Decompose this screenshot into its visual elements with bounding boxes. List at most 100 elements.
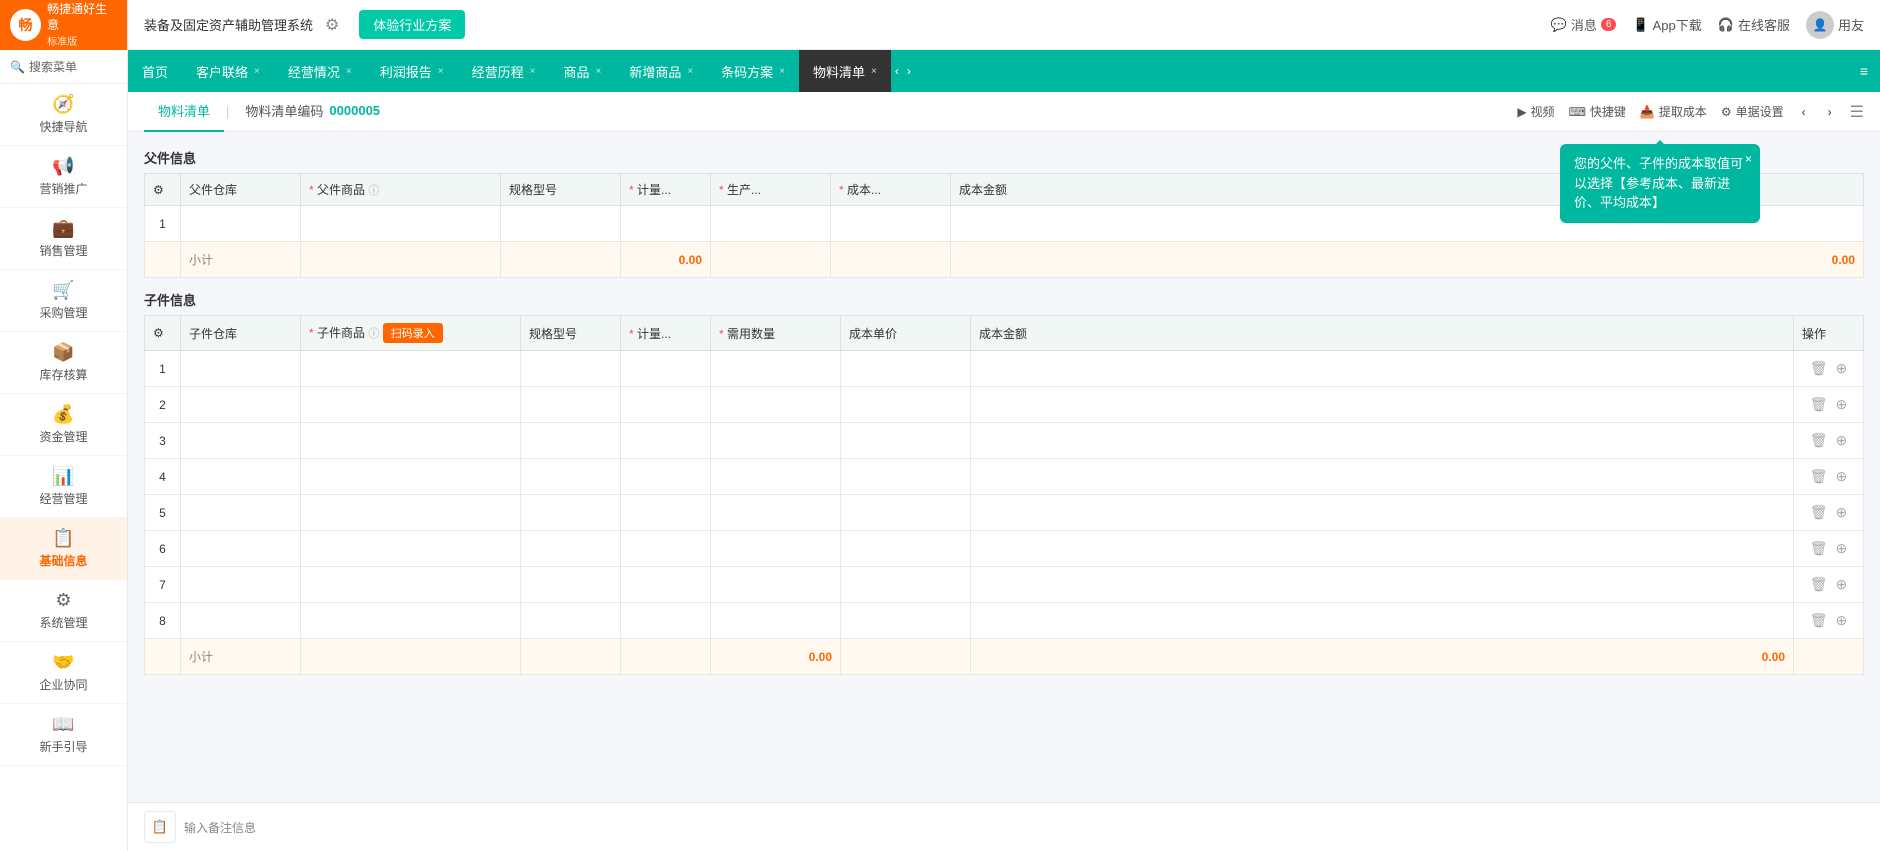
copy-icon-7[interactable]: ⊕ <box>1836 576 1848 593</box>
child-row-1-unit-cost[interactable] <box>841 351 971 387</box>
nav-close-all[interactable]: ≡ <box>1848 63 1880 79</box>
sidebar-item-collab[interactable]: 🤝 企业协同 <box>0 642 127 704</box>
tab-operations-history-close[interactable]: × <box>530 66 536 77</box>
child-row-7-product[interactable] <box>301 567 521 603</box>
sub-tab-bom-list[interactable]: 物料清单 <box>144 92 224 132</box>
child-row-5-product[interactable] <box>301 495 521 531</box>
child-row-7-unit-cost[interactable] <box>841 567 971 603</box>
child-row-3-cost-amount[interactable] <box>971 423 1794 459</box>
sidebar-item-marketing[interactable]: 📢 营销推广 <box>0 146 127 208</box>
child-row-6-product[interactable] <box>301 531 521 567</box>
tab-customer[interactable]: 客户联络 × <box>182 50 274 92</box>
child-row-6-spec[interactable] <box>521 531 621 567</box>
copy-icon-6[interactable]: ⊕ <box>1836 540 1848 557</box>
parent-row-1-production[interactable] <box>711 206 831 242</box>
child-row-8-spec[interactable] <box>521 603 621 639</box>
child-row-1-spec[interactable] <box>521 351 621 387</box>
child-row-2-spec[interactable] <box>521 387 621 423</box>
parent-row-1-cost[interactable] <box>831 206 951 242</box>
nav-next-arrow[interactable]: › <box>903 64 915 78</box>
delete-icon-4[interactable]: 🗑 <box>1810 468 1828 485</box>
child-row-1-unit[interactable] <box>621 351 711 387</box>
tab-new-product[interactable]: 新增商品 × <box>615 50 707 92</box>
child-row-6-cost-amount[interactable] <box>971 531 1794 567</box>
delete-icon-6[interactable]: 🗑 <box>1810 540 1828 557</box>
single-settings-item[interactable]: ⚙ 单据设置 <box>1721 103 1784 120</box>
child-row-2-unit[interactable] <box>621 387 711 423</box>
parent-row-1-unit[interactable] <box>621 206 711 242</box>
tab-bom-close[interactable]: × <box>871 66 877 77</box>
child-row-2-unit-cost[interactable] <box>841 387 971 423</box>
parent-th-gear[interactable]: ⚙ <box>145 174 181 206</box>
sidebar-item-inventory[interactable]: 📦 库存核算 <box>0 332 127 394</box>
child-row-3-unit[interactable] <box>621 423 711 459</box>
nav-prev-arrow[interactable]: ‹ <box>891 64 903 78</box>
child-row-1-quantity[interactable] <box>711 351 841 387</box>
child-row-7-quantity[interactable] <box>711 567 841 603</box>
child-row-8-unit-cost[interactable] <box>841 603 971 639</box>
sub-header-nav-next[interactable]: › <box>1824 105 1836 119</box>
child-row-5-warehouse[interactable] <box>181 495 301 531</box>
child-row-7-warehouse[interactable] <box>181 567 301 603</box>
parent-row-1-warehouse[interactable] <box>181 206 301 242</box>
child-row-8-quantity[interactable] <box>711 603 841 639</box>
tab-new-product-close[interactable]: × <box>687 66 693 77</box>
tab-customer-close[interactable]: × <box>254 66 260 77</box>
child-row-5-unit-cost[interactable] <box>841 495 971 531</box>
child-row-3-unit-cost[interactable] <box>841 423 971 459</box>
parent-row-1-spec[interactable] <box>501 206 621 242</box>
child-row-6-unit-cost[interactable] <box>841 531 971 567</box>
tooltip-close-btn[interactable]: × <box>1745 150 1752 168</box>
sidebar-item-basic-info[interactable]: 📋 基础信息 <box>0 518 127 580</box>
child-row-6-warehouse[interactable] <box>181 531 301 567</box>
copy-icon-3[interactable]: ⊕ <box>1836 432 1848 449</box>
child-row-8-cost-amount[interactable] <box>971 603 1794 639</box>
tab-operations-status[interactable]: 经营情况 × <box>274 50 366 92</box>
user-item[interactable]: 👤 用友 <box>1806 11 1864 39</box>
topbar-gear-icon[interactable]: ⚙ <box>325 15 339 35</box>
copy-icon-4[interactable]: ⊕ <box>1836 468 1848 485</box>
app-download-item[interactable]: 📱 App下载 <box>1632 15 1701 34</box>
delete-icon-3[interactable]: 🗑 <box>1810 432 1828 449</box>
copy-icon-2[interactable]: ⊕ <box>1836 396 1848 413</box>
delete-icon-7[interactable]: 🗑 <box>1810 576 1828 593</box>
child-row-1-warehouse[interactable] <box>181 351 301 387</box>
delete-icon-1[interactable]: 🗑 <box>1810 360 1828 377</box>
trial-button[interactable]: 体验行业方案 <box>359 10 465 39</box>
tab-bom[interactable]: 物料清单 × <box>799 50 891 92</box>
child-row-8-product[interactable] <box>301 603 521 639</box>
scan-button[interactable]: 扫码录入 <box>383 323 443 343</box>
child-row-3-spec[interactable] <box>521 423 621 459</box>
parent-row-1-product[interactable] <box>301 206 501 242</box>
parent-product-info-icon[interactable]: ⓘ <box>368 185 379 197</box>
extract-cost-item[interactable]: 📥 提取成本 <box>1640 103 1707 120</box>
child-row-4-warehouse[interactable] <box>181 459 301 495</box>
child-row-2-product[interactable] <box>301 387 521 423</box>
child-row-6-quantity[interactable] <box>711 531 841 567</box>
child-row-4-cost-amount[interactable] <box>971 459 1794 495</box>
sub-header-expand[interactable]: ☰ <box>1850 102 1864 122</box>
bottom-notes-icon[interactable]: 📋 <box>144 811 176 843</box>
child-row-5-quantity[interactable] <box>711 495 841 531</box>
tab-profit-close[interactable]: × <box>438 66 444 77</box>
child-row-2-cost-amount[interactable] <box>971 387 1794 423</box>
delete-icon-5[interactable]: 🗑 <box>1810 504 1828 521</box>
online-service-item[interactable]: 🎧 在线客服 <box>1718 15 1790 34</box>
child-row-4-spec[interactable] <box>521 459 621 495</box>
child-row-3-warehouse[interactable] <box>181 423 301 459</box>
sub-header-nav-prev[interactable]: ‹ <box>1798 105 1810 119</box>
copy-icon-5[interactable]: ⊕ <box>1836 504 1848 521</box>
sidebar-item-quick-nav[interactable]: 🧭 快捷导航 <box>0 84 127 146</box>
tab-barcode-close[interactable]: × <box>779 66 785 77</box>
child-th-gear[interactable]: ⚙ <box>145 316 181 351</box>
tab-operations-history[interactable]: 经营历程 × <box>458 50 550 92</box>
child-row-4-unit-cost[interactable] <box>841 459 971 495</box>
child-row-6-unit[interactable] <box>621 531 711 567</box>
child-row-2-warehouse[interactable] <box>181 387 301 423</box>
child-row-5-spec[interactable] <box>521 495 621 531</box>
delete-icon-2[interactable]: 🗑 <box>1810 396 1828 413</box>
sidebar-item-guide[interactable]: 📖 新手引导 <box>0 704 127 766</box>
tab-barcode[interactable]: 条码方案 × <box>707 50 799 92</box>
sidebar-item-sales[interactable]: 💼 销售管理 <box>0 208 127 270</box>
child-row-2-quantity[interactable] <box>711 387 841 423</box>
